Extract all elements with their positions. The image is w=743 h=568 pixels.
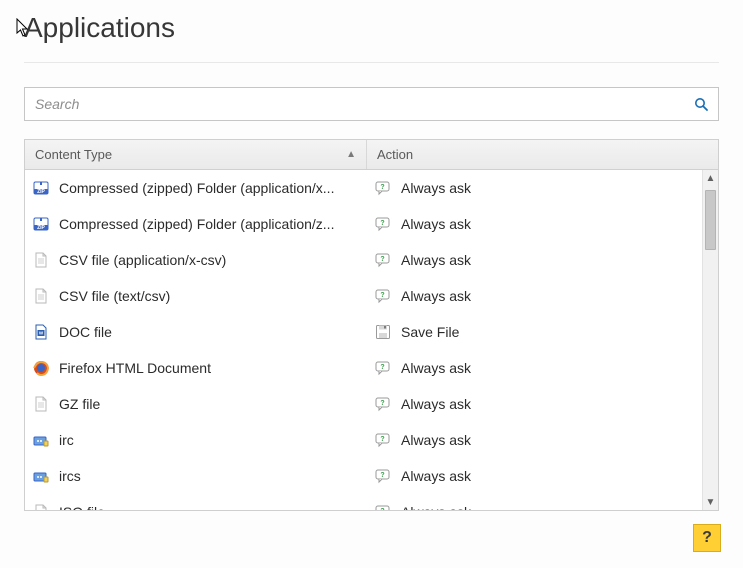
page-title: Applications	[24, 12, 719, 44]
ask-icon	[375, 468, 391, 484]
cell-action[interactable]: Always ask	[367, 396, 702, 412]
ask-icon	[375, 360, 391, 376]
search-input[interactable]	[35, 96, 694, 112]
cell-content-type: ISO file	[25, 504, 367, 510]
action-label: Always ask	[401, 252, 471, 268]
scrollbar-track[interactable]	[703, 186, 718, 494]
vertical-scrollbar[interactable]: ▲ ▼	[702, 170, 718, 510]
ask-icon	[375, 432, 391, 448]
column-header-label: Action	[377, 147, 413, 162]
table-header: Content Type ▲ Action	[25, 140, 718, 170]
content-type-label: irc	[59, 432, 74, 448]
content-type-label: ISO file	[59, 504, 105, 510]
cell-content-type: irc	[25, 432, 367, 448]
irc-icon	[33, 468, 49, 484]
file-icon	[33, 288, 49, 304]
applications-table: Content Type ▲ Action Compressed (zipped…	[24, 139, 719, 511]
content-type-label: CSV file (text/csv)	[59, 288, 170, 304]
zip-icon	[33, 180, 49, 196]
ask-icon	[375, 216, 391, 232]
ask-icon	[375, 504, 391, 510]
cell-action[interactable]: Save File	[367, 324, 702, 340]
table-row[interactable]: CSV file (text/csv) Always ask	[25, 278, 702, 314]
search-icon[interactable]	[694, 97, 708, 111]
ask-icon	[375, 180, 391, 196]
content-type-label: Compressed (zipped) Folder (application/…	[59, 216, 334, 232]
cell-action[interactable]: Always ask	[367, 288, 702, 304]
cell-content-type: CSV file (application/x-csv)	[25, 252, 367, 268]
action-label: Always ask	[401, 288, 471, 304]
file-icon	[33, 396, 49, 412]
table-row[interactable]: ISO file Always ask	[25, 494, 702, 510]
firefox-icon	[33, 360, 49, 376]
table-row[interactable]: GZ file Always ask	[25, 386, 702, 422]
title-divider	[24, 62, 719, 63]
sort-ascending-icon: ▲	[346, 149, 356, 160]
doc-icon	[33, 324, 49, 340]
table-row[interactable]: Compressed (zipped) Folder (application/…	[25, 206, 702, 242]
content-type-label: ircs	[59, 468, 81, 484]
search-box[interactable]	[24, 87, 719, 121]
cell-action[interactable]: Always ask	[367, 180, 702, 196]
column-header-content-type[interactable]: Content Type ▲	[25, 140, 367, 169]
cell-content-type: ircs	[25, 468, 367, 484]
column-header-action[interactable]: Action	[367, 140, 718, 169]
column-header-label: Content Type	[35, 147, 112, 162]
cell-content-type: Compressed (zipped) Folder (application/…	[25, 180, 367, 196]
action-label: Always ask	[401, 216, 471, 232]
irc-icon	[33, 432, 49, 448]
content-type-label: DOC file	[59, 324, 112, 340]
save-icon	[375, 324, 391, 340]
table-row[interactable]: irc Always ask	[25, 422, 702, 458]
scrollbar-thumb[interactable]	[705, 190, 716, 250]
cell-action[interactable]: Always ask	[367, 216, 702, 232]
table-row[interactable]: ircs Always ask	[25, 458, 702, 494]
cell-content-type: CSV file (text/csv)	[25, 288, 367, 304]
zip-icon	[33, 216, 49, 232]
cell-content-type: Firefox HTML Document	[25, 360, 367, 376]
cell-action[interactable]: Always ask	[367, 252, 702, 268]
content-type-label: Compressed (zipped) Folder (application/…	[59, 180, 334, 196]
table-row[interactable]: Compressed (zipped) Folder (application/…	[25, 170, 702, 206]
action-label: Always ask	[401, 468, 471, 484]
table-body: Compressed (zipped) Folder (application/…	[25, 170, 702, 510]
ask-icon	[375, 288, 391, 304]
action-label: Always ask	[401, 396, 471, 412]
cell-action[interactable]: Always ask	[367, 468, 702, 484]
help-button[interactable]: ?	[693, 524, 721, 552]
cell-content-type: Compressed (zipped) Folder (application/…	[25, 216, 367, 232]
content-type-label: GZ file	[59, 396, 100, 412]
action-label: Always ask	[401, 432, 471, 448]
action-label: Always ask	[401, 180, 471, 196]
cell-content-type: GZ file	[25, 396, 367, 412]
action-label: Always ask	[401, 360, 471, 376]
table-row[interactable]: DOC file Save File	[25, 314, 702, 350]
table-row[interactable]: CSV file (application/x-csv) Always ask	[25, 242, 702, 278]
file-icon	[33, 252, 49, 268]
content-type-label: CSV file (application/x-csv)	[59, 252, 226, 268]
cell-action[interactable]: Always ask	[367, 432, 702, 448]
cell-action[interactable]: Always ask	[367, 504, 702, 510]
cell-content-type: DOC file	[25, 324, 367, 340]
ask-icon	[375, 252, 391, 268]
action-label: Save File	[401, 324, 459, 340]
cell-action[interactable]: Always ask	[367, 360, 702, 376]
content-type-label: Firefox HTML Document	[59, 360, 211, 376]
scroll-down-button[interactable]: ▼	[703, 494, 718, 510]
file-icon	[33, 504, 49, 510]
table-row[interactable]: Firefox HTML Document Always ask	[25, 350, 702, 386]
scroll-up-button[interactable]: ▲	[703, 170, 718, 186]
ask-icon	[375, 396, 391, 412]
action-label: Always ask	[401, 504, 471, 510]
